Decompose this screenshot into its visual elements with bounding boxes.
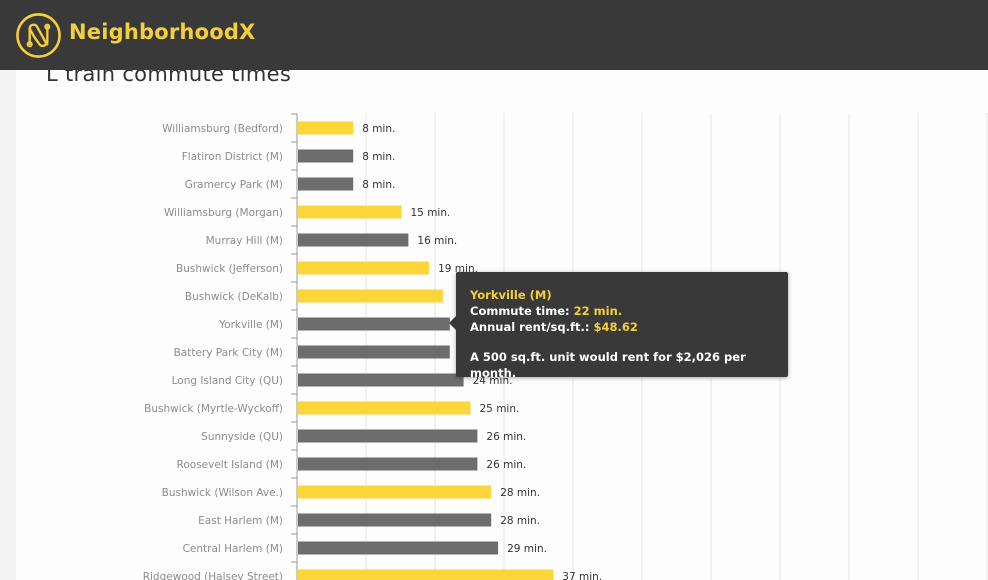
category-label: Battery Park City (M) <box>174 347 283 359</box>
bar[interactable] <box>298 569 554 580</box>
value-label: 28 min. <box>500 515 540 527</box>
tooltip-rent-row: Annual rent/sq.ft.: $48.62 <box>470 319 774 335</box>
bar[interactable] <box>298 149 354 163</box>
bar[interactable] <box>298 485 492 499</box>
category-label: Williamsburg (Bedford) <box>162 123 283 135</box>
category-label: Sunnyside (QU) <box>201 431 283 443</box>
bar[interactable] <box>298 513 492 527</box>
value-label: 15 min. <box>411 207 451 219</box>
tooltip-neighborhood: Yorkville (M) <box>470 288 552 302</box>
app-header: NeighborhoodX <box>0 0 988 70</box>
bar[interactable] <box>298 289 443 303</box>
bar[interactable] <box>298 261 430 275</box>
tooltip-commute-row: Commute time: 22 min. <box>470 303 774 319</box>
value-label: 28 min. <box>500 487 540 499</box>
tooltip-commute-value: 22 min. <box>573 304 623 318</box>
bar[interactable] <box>298 541 499 555</box>
bar[interactable] <box>298 401 471 415</box>
category-label: Bushwick (Wilson Ave.) <box>162 487 283 499</box>
value-label: 26 min. <box>486 431 526 443</box>
bar[interactable] <box>298 373 464 387</box>
category-label: Bushwick (Myrtle-Wyckoff) <box>144 403 283 415</box>
bar[interactable] <box>298 317 450 331</box>
value-label: 8 min. <box>362 179 395 191</box>
category-label: Williamsburg (Morgan) <box>164 207 283 219</box>
category-label: Ridgewood (Halsey Street) <box>143 571 283 580</box>
bar[interactable] <box>298 233 409 247</box>
tooltip-rent-label: Annual rent/sq.ft.: <box>470 320 590 334</box>
bar[interactable] <box>298 205 402 219</box>
bar[interactable] <box>298 457 478 471</box>
category-label: Long Island City (QU) <box>172 375 283 387</box>
chart-tooltip: Yorkville (M) Commute time: 22 min. Annu… <box>449 272 788 380</box>
tooltip-note: A 500 sq.ft. unit would rent for $2,026 … <box>470 350 746 380</box>
category-label: Gramercy Park (M) <box>185 179 283 191</box>
value-label: 8 min. <box>362 151 395 163</box>
bar[interactable] <box>298 177 354 191</box>
value-label: 26 min. <box>486 459 526 471</box>
value-label: 29 min. <box>507 543 547 555</box>
bar[interactable] <box>298 345 450 359</box>
category-label: Yorkville (M) <box>218 319 283 331</box>
category-label: Flatiron District (M) <box>182 151 283 163</box>
category-label: Central Harlem (M) <box>183 543 283 555</box>
tooltip-commute-label: Commute time: <box>470 304 570 318</box>
bar[interactable] <box>298 121 354 135</box>
brand-name[interactable]: NeighborhoodX <box>69 20 255 44</box>
bar[interactable] <box>298 429 478 443</box>
category-label: Bushwick (Jefferson) <box>176 263 283 275</box>
category-label: East Harlem (M) <box>198 515 283 527</box>
category-label: Murray Hill (M) <box>206 235 283 247</box>
value-label: 8 min. <box>362 123 395 135</box>
value-label: 37 min. <box>562 571 602 580</box>
value-label: 25 min. <box>480 403 520 415</box>
category-label: Roosevelt Island (M) <box>177 459 283 471</box>
tooltip-spacer <box>470 335 774 349</box>
tooltip-rent-value: $48.62 <box>593 320 638 334</box>
circled-n-logo-icon[interactable] <box>15 12 62 59</box>
value-label: 16 min. <box>417 235 457 247</box>
category-label: Bushwick (DeKalb) <box>185 291 283 303</box>
